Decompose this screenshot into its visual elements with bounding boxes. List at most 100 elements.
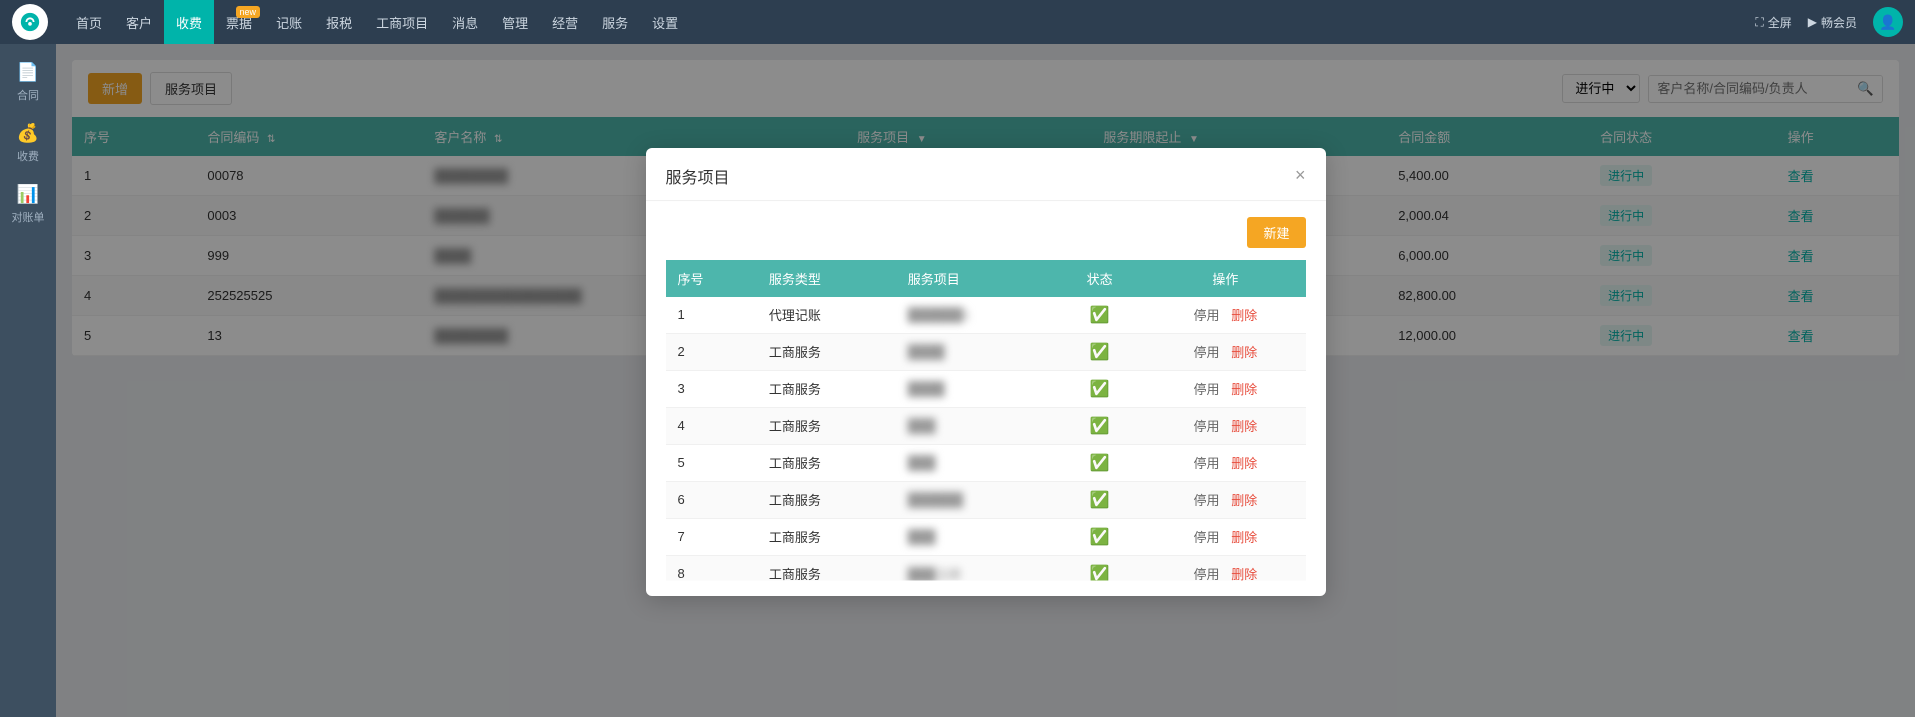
new-badge: new bbox=[236, 6, 261, 18]
modal-cell-action: 停用 删除 bbox=[1145, 555, 1305, 580]
sidebar: 📄 合同 💰 收费 📊 对账单 bbox=[0, 44, 56, 717]
modal-table-row: 4 工商服务 ███ ✅ 停用 删除 bbox=[666, 407, 1306, 444]
vip-icon: ▶ bbox=[1808, 15, 1817, 29]
content-area: 新增 服务项目 进行中 全部 已结束 🔍 bbox=[56, 44, 1915, 717]
modal-table-row: 6 工商服务 ██████ ✅ 停用 删除 bbox=[666, 481, 1306, 518]
sidebar-item-contract[interactable]: 📄 合同 bbox=[0, 52, 56, 113]
modal-cell-action: 停用 删除 bbox=[1145, 518, 1305, 555]
modal-title: 服务项目 bbox=[666, 164, 730, 188]
modal-cell-type: 工商服务 bbox=[757, 518, 896, 555]
modal-col-type: 服务类型 bbox=[757, 260, 896, 297]
modal-col-status: 状态 bbox=[1054, 260, 1145, 297]
top-nav: 首页 客户 收费 票据 new 记账 报税 工商项目 消息 管理 经营 服务 设… bbox=[0, 0, 1915, 44]
status-check-icon: ✅ bbox=[1090, 566, 1110, 580]
nav-customer[interactable]: 客户 bbox=[114, 0, 164, 44]
nav-invoice[interactable]: 票据 new bbox=[214, 0, 264, 44]
logo[interactable] bbox=[12, 4, 48, 40]
delete-link[interactable]: 删除 bbox=[1231, 456, 1257, 471]
disable-link[interactable]: 停用 bbox=[1194, 419, 1220, 434]
disable-link[interactable]: 停用 bbox=[1194, 308, 1220, 323]
disable-link[interactable]: 停用 bbox=[1194, 567, 1220, 580]
modal-cell-type: 工商服务 bbox=[757, 370, 896, 407]
delete-link[interactable]: 删除 bbox=[1231, 308, 1257, 323]
fullscreen-icon: ⛶ bbox=[1755, 15, 1763, 30]
delete-link[interactable]: 删除 bbox=[1231, 345, 1257, 360]
modal-table-row: 8 工商服务 ███注册 ✅ 停用 删除 bbox=[666, 555, 1306, 580]
avatar[interactable]: 👤 bbox=[1873, 7, 1903, 37]
status-check-icon: ✅ bbox=[1090, 418, 1110, 435]
status-check-icon: ✅ bbox=[1090, 344, 1110, 361]
modal-cell-no: 8 bbox=[666, 555, 757, 580]
modal-new-button[interactable]: 新建 bbox=[1247, 217, 1305, 248]
modal-service-item: 服务项目 × 新建 序号 服务类型 服务项目 状态 bbox=[646, 148, 1326, 596]
modal-cell-type: 工商服务 bbox=[757, 555, 896, 580]
modal-cell-item: ████ bbox=[896, 333, 1054, 370]
nav-tax[interactable]: 报税 bbox=[314, 0, 364, 44]
delete-link[interactable]: 删除 bbox=[1231, 567, 1257, 580]
disable-link[interactable]: 停用 bbox=[1194, 530, 1220, 545]
nav-manage[interactable]: 管理 bbox=[490, 0, 540, 44]
modal-cell-type: 工商服务 bbox=[757, 333, 896, 370]
modal-cell-type: 工商服务 bbox=[757, 481, 896, 518]
modal-cell-action: 停用 删除 bbox=[1145, 370, 1305, 407]
contract-icon: 📄 bbox=[17, 62, 39, 83]
fee-icon: 💰 bbox=[17, 123, 39, 144]
modal-close-button[interactable]: × bbox=[1295, 165, 1306, 186]
disable-link[interactable]: 停用 bbox=[1194, 382, 1220, 397]
status-check-icon: ✅ bbox=[1090, 455, 1110, 472]
modal-cell-no: 6 bbox=[666, 481, 757, 518]
main-layout: 📄 合同 💰 收费 📊 对账单 新增 服务项目 进行中 全部 已结束 bbox=[0, 44, 1915, 717]
modal-cell-status: ✅ bbox=[1054, 370, 1145, 407]
modal-table-row: 1 代理记账 ██████1 ✅ 停用 删除 bbox=[666, 297, 1306, 334]
nav-message[interactable]: 消息 bbox=[440, 0, 490, 44]
modal-cell-type: 工商服务 bbox=[757, 444, 896, 481]
modal-cell-status: ✅ bbox=[1054, 555, 1145, 580]
modal-cell-action: 停用 删除 bbox=[1145, 297, 1305, 334]
delete-link[interactable]: 删除 bbox=[1231, 493, 1257, 508]
modal-col-no: 序号 bbox=[666, 260, 757, 297]
modal-table-row: 7 工商服务 ███ ✅ 停用 删除 bbox=[666, 518, 1306, 555]
modal-cell-status: ✅ bbox=[1054, 518, 1145, 555]
disable-link[interactable]: 停用 bbox=[1194, 493, 1220, 508]
modal-table-row: 2 工商服务 ████ ✅ 停用 删除 bbox=[666, 333, 1306, 370]
sidebar-item-fee[interactable]: 💰 收费 bbox=[0, 113, 56, 174]
modal-cell-item: ███ bbox=[896, 407, 1054, 444]
nav-bookkeeping[interactable]: 记账 bbox=[264, 0, 314, 44]
modal-table: 序号 服务类型 服务项目 状态 操作 1 代理记账 ██████1 ✅ 停用 删… bbox=[666, 260, 1306, 580]
delete-link[interactable]: 删除 bbox=[1231, 419, 1257, 434]
disable-link[interactable]: 停用 bbox=[1194, 345, 1220, 360]
modal-toolbar: 新建 bbox=[666, 217, 1306, 248]
modal-cell-status: ✅ bbox=[1054, 481, 1145, 518]
disable-link[interactable]: 停用 bbox=[1194, 456, 1220, 471]
nav-home[interactable]: 首页 bbox=[64, 0, 114, 44]
vip-button[interactable]: ▶ 畅会员 bbox=[1808, 14, 1857, 31]
modal-cell-no: 4 bbox=[666, 407, 757, 444]
status-check-icon: ✅ bbox=[1090, 529, 1110, 546]
modal-col-item: 服务项目 bbox=[896, 260, 1054, 297]
modal-cell-status: ✅ bbox=[1054, 297, 1145, 334]
fullscreen-button[interactable]: ⛶ 全屏 bbox=[1755, 14, 1791, 31]
status-check-icon: ✅ bbox=[1090, 492, 1110, 509]
modal-cell-no: 3 bbox=[666, 370, 757, 407]
nav-business[interactable]: 工商项目 bbox=[364, 0, 440, 44]
nav-service[interactable]: 服务 bbox=[590, 0, 640, 44]
nav-fee[interactable]: 收费 bbox=[164, 0, 214, 44]
modal-body: 新建 序号 服务类型 服务项目 状态 操作 bbox=[646, 201, 1326, 596]
delete-link[interactable]: 删除 bbox=[1231, 382, 1257, 397]
delete-link[interactable]: 删除 bbox=[1231, 530, 1257, 545]
modal-table-row: 3 工商服务 ████ ✅ 停用 删除 bbox=[666, 370, 1306, 407]
sidebar-item-statement[interactable]: 📊 对账单 bbox=[0, 174, 56, 235]
nav-operation[interactable]: 经营 bbox=[540, 0, 590, 44]
modal-scroll-wrap[interactable]: 序号 服务类型 服务项目 状态 操作 1 代理记账 ██████1 ✅ 停用 删… bbox=[666, 260, 1306, 580]
modal-table-row: 5 工商服务 ███ ✅ 停用 删除 bbox=[666, 444, 1306, 481]
modal-col-action: 操作 bbox=[1145, 260, 1305, 297]
modal-cell-no: 5 bbox=[666, 444, 757, 481]
top-nav-right: ⛶ 全屏 ▶ 畅会员 👤 bbox=[1755, 7, 1903, 37]
statement-icon: 📊 bbox=[17, 184, 39, 205]
modal-cell-item: ███注册 bbox=[896, 555, 1054, 580]
status-check-icon: ✅ bbox=[1090, 381, 1110, 398]
modal-header: 服务项目 × bbox=[646, 148, 1326, 201]
nav-settings[interactable]: 设置 bbox=[640, 0, 690, 44]
modal-cell-action: 停用 删除 bbox=[1145, 481, 1305, 518]
modal-cell-action: 停用 删除 bbox=[1145, 407, 1305, 444]
